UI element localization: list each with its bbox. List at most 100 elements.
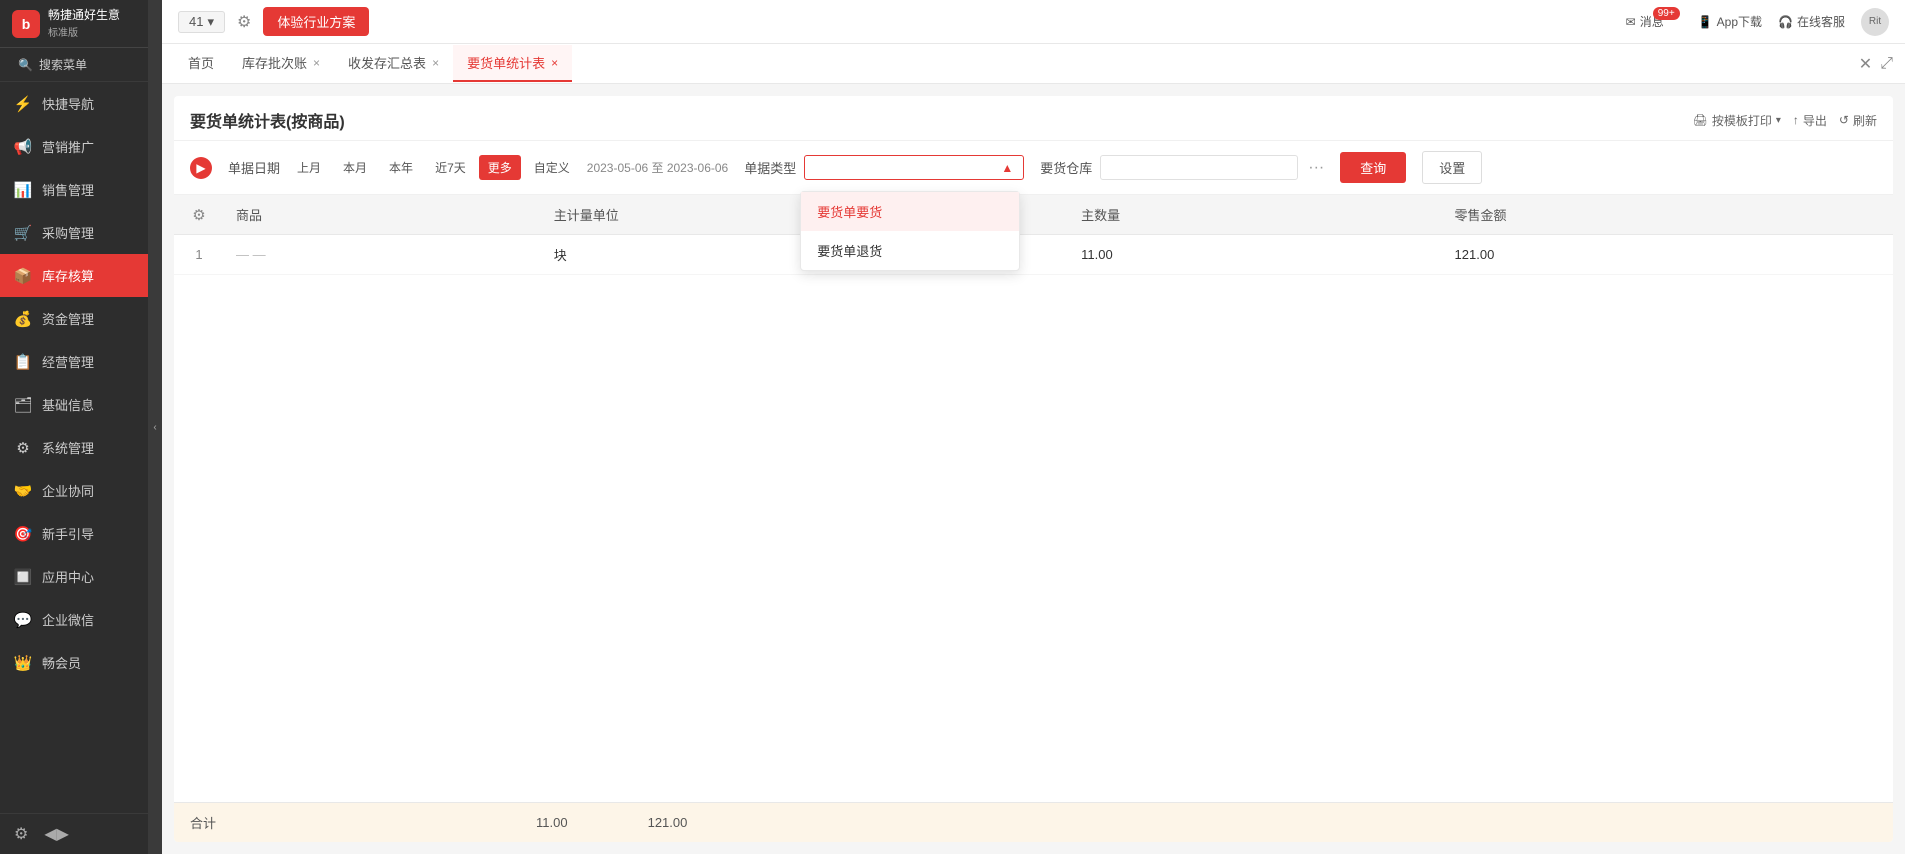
sidebar-item-label-sales: 销售管理: [42, 180, 94, 199]
tab-close-icon[interactable]: ×: [551, 56, 558, 70]
export-label: 导出: [1803, 112, 1827, 129]
th-settings[interactable]: ⚙: [174, 195, 224, 235]
sidebar-item-basic[interactable]: 🗂 基础信息: [0, 383, 148, 426]
sidebar: b 畅捷通好生意 标准版 🔍 搜索菜单 ⚡ 快捷导航 📢 营销推广 📊 销售管理…: [0, 0, 148, 854]
tab-count[interactable]: 41 ▾: [178, 11, 225, 33]
purchase-icon: 🛒: [14, 224, 32, 242]
messages-btn[interactable]: ✉ 消息 99+: [1626, 13, 1664, 30]
export-icon: ↑: [1793, 113, 1799, 127]
app-version: 标准版: [48, 24, 120, 39]
th-product: 商品: [224, 195, 542, 235]
sidebar-search[interactable]: 🔍 搜索菜单: [0, 48, 148, 82]
type-option-yaohuodantuihuo[interactable]: 要货单退货: [801, 231, 1019, 270]
settings-icon: ⚙: [192, 207, 205, 224]
date-btn-more[interactable]: 更多: [479, 155, 521, 180]
sidebar-item-sales[interactable]: 📊 销售管理: [0, 168, 148, 211]
tab-label: 收发存汇总表: [348, 53, 426, 72]
row-quantity: 11.00: [1069, 235, 1442, 275]
expand-tab-icon[interactable]: ⤢: [1880, 55, 1893, 73]
tab-close-icon[interactable]: ×: [313, 56, 320, 70]
headset-icon: 🎧: [1778, 15, 1793, 29]
date-btn-this-year[interactable]: 本年: [380, 155, 422, 180]
table-area: ⚙ 商品 主计量单位 主数量 零售金额 1 — — 块 11.00 121.00: [174, 195, 1893, 802]
tabs-actions: ✕ ⤢: [1859, 54, 1893, 74]
sidebar-item-system[interactable]: ⚙ 系统管理: [0, 426, 148, 469]
sidebar-item-member[interactable]: 👑 畅会员: [0, 641, 148, 684]
sidebar-item-enterprise[interactable]: 🤝 企业协同: [0, 469, 148, 512]
more-options-btn[interactable]: ···: [1308, 159, 1324, 177]
refresh-btn[interactable]: ↺ 刷新: [1839, 112, 1877, 129]
table-row: 1 — — 块 11.00 121.00: [174, 235, 1893, 275]
th-quantity: 主数量: [1069, 195, 1442, 235]
tab-close-icon[interactable]: ×: [432, 56, 439, 70]
settings-icon[interactable]: ⚙: [14, 824, 28, 844]
tab-label: 首页: [188, 53, 214, 72]
tab-收发存汇总表[interactable]: 收发存汇总表 ×: [334, 45, 453, 82]
print-label: 按模板打印: [1712, 112, 1772, 129]
date-btn-7days[interactable]: 近7天: [426, 155, 475, 180]
header-gear-icon[interactable]: ⚙: [237, 12, 251, 32]
query-btn[interactable]: 查询: [1340, 152, 1406, 183]
tab-库存批次账[interactable]: 库存批次账×: [228, 45, 334, 82]
finance-icon: 💰: [14, 310, 32, 328]
user-avatar[interactable]: Rit: [1861, 8, 1889, 36]
sidebar-item-purchase[interactable]: 🛒 采购管理: [0, 211, 148, 254]
tab-首页[interactable]: 首页: [174, 45, 228, 82]
tab-要货单统计表[interactable]: 要货单统计表×: [453, 45, 572, 82]
footer-total-label: 合计: [190, 813, 216, 832]
page-content: 要货单统计表(按商品) 🖨 按模板打印 ▾ ↑ 导出 ↺ 刷新: [162, 84, 1905, 854]
sales-icon: 📊: [14, 181, 32, 199]
member-icon: 👑: [14, 654, 32, 672]
sidebar-item-inventory[interactable]: 📦 库存核算: [0, 254, 148, 297]
sidebar-collapse-btn[interactable]: ‹: [148, 0, 162, 854]
wechat-icon: 💬: [14, 611, 32, 629]
sidebar-item-label-finance: 资金管理: [42, 309, 94, 328]
refresh-icon: ↺: [1839, 113, 1849, 127]
data-table: ⚙ 商品 主计量单位 主数量 零售金额 1 — — 块 11.00 121.00: [174, 195, 1893, 275]
filter-expand-btn[interactable]: ▶: [190, 157, 212, 179]
sidebar-item-finance[interactable]: 💰 资金管理: [0, 297, 148, 340]
settings-btn[interactable]: 设置: [1422, 151, 1482, 184]
phone-icon: 📱: [1698, 15, 1713, 29]
warehouse-select[interactable]: [1100, 155, 1298, 180]
sidebar-item-guide[interactable]: 🎯 新手引导: [0, 512, 148, 555]
sidebar-item-label-marketing: 营销推广: [42, 137, 94, 156]
sidebar-item-marketing[interactable]: 📢 营销推广: [0, 125, 148, 168]
app-download-btn[interactable]: 📱 App下载: [1698, 13, 1762, 30]
page-card: 要货单统计表(按商品) 🖨 按模板打印 ▾ ↑ 导出 ↺ 刷新: [174, 96, 1893, 842]
date-btn-custom[interactable]: 自定义: [525, 155, 579, 180]
search-label: 搜索菜单: [39, 56, 87, 73]
sidebar-item-label-member: 畅会员: [42, 653, 81, 672]
search-icon: 🔍: [18, 58, 33, 72]
type-filter-group: 单据类型 ▲ 要货单要货 要货单退货: [744, 155, 1024, 180]
sidebar-item-operation[interactable]: 📋 经营管理: [0, 340, 148, 383]
header-left: 41 ▾ ⚙ 体验行业方案: [178, 7, 1626, 36]
sidebar-item-label-purchase: 采购管理: [42, 223, 94, 242]
type-select[interactable]: ▲: [804, 155, 1024, 180]
date-btn-this-month[interactable]: 本月: [334, 155, 376, 180]
type-dropdown: 要货单要货 要货单退货: [800, 191, 1020, 271]
close-all-icon[interactable]: ✕: [1859, 54, 1872, 74]
sidebar-item-app-center[interactable]: 🔲 应用中心: [0, 555, 148, 598]
chevron-down-icon: ▾: [207, 14, 214, 30]
type-input[interactable]: [815, 160, 993, 175]
guide-icon: 🎯: [14, 525, 32, 543]
warehouse-input[interactable]: [1111, 160, 1287, 175]
marketing-icon: 📢: [14, 138, 32, 156]
sidebar-item-label-operation: 经营管理: [42, 352, 94, 371]
header-right: ✉ 消息 99+ 📱 App下载 🎧 在线客服 Rit: [1626, 8, 1889, 36]
date-btn-last-month[interactable]: 上月: [288, 155, 330, 180]
sidebar-item-label-app-center: 应用中心: [42, 567, 94, 586]
online-service-btn[interactable]: 🎧 在线客服: [1778, 13, 1845, 30]
type-option-yaohuodanyaohuo[interactable]: 要货单要货: [801, 192, 1019, 231]
trial-btn[interactable]: 体验行业方案: [263, 7, 369, 36]
collapse-icon[interactable]: ◀▶: [44, 824, 69, 844]
date-label: 单据日期: [228, 158, 280, 177]
quick-nav-icon: ⚡: [14, 95, 32, 113]
print-template-btn[interactable]: 🖨 按模板打印 ▾: [1693, 112, 1781, 129]
basic-icon: 🗂: [14, 396, 32, 414]
sidebar-item-wechat[interactable]: 💬 企业微信: [0, 598, 148, 641]
sidebar-logo: b 畅捷通好生意 标准版: [0, 0, 148, 48]
sidebar-item-quick-nav[interactable]: ⚡ 快捷导航: [0, 82, 148, 125]
export-btn[interactable]: ↑ 导出: [1793, 112, 1827, 129]
